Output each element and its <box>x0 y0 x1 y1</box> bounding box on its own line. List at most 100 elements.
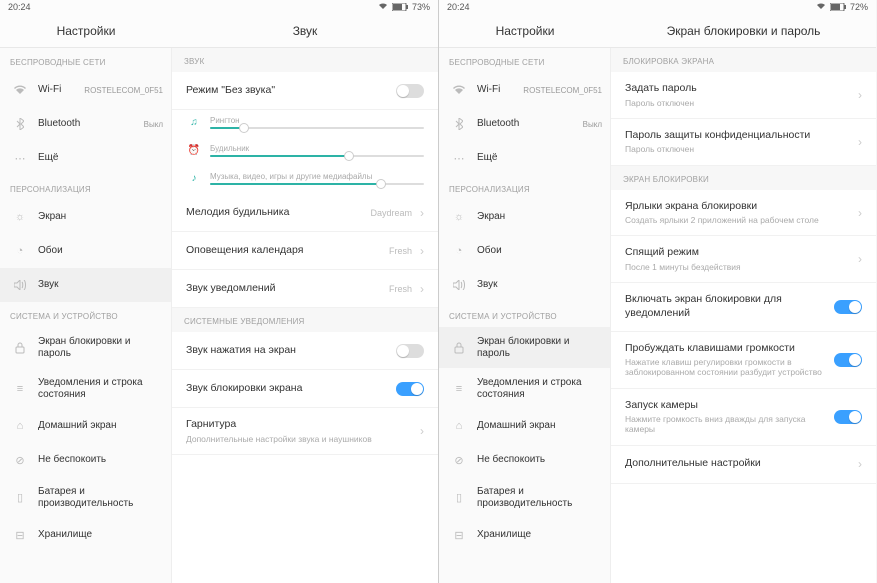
notifications-icon: ≡ <box>449 381 469 397</box>
item-note: Выкл <box>583 120 602 129</box>
row-value: Daydream <box>370 208 412 218</box>
row-privacy-password[interactable]: Пароль защиты конфиденциальности Пароль … <box>611 119 876 166</box>
sidebar-item-homescreen[interactable]: ⌂ Домашний экран <box>0 409 171 443</box>
row-lock-sound[interactable]: Звук блокировки экрана <box>172 370 438 408</box>
wifi-icon <box>449 82 469 98</box>
toggle-tap-sound[interactable] <box>396 344 424 358</box>
sidebar-item-wallpaper[interactable]: ◔ Обои <box>0 234 171 268</box>
section-system: СИСТЕМА И УСТРОЙСТВО <box>0 302 171 327</box>
storage-icon: ⊟ <box>449 527 469 543</box>
row-title: Звук блокировки экрана <box>186 382 396 396</box>
row-title: Звук нажатия на экран <box>186 344 396 358</box>
row-additional[interactable]: Дополнительные настройки › <box>611 446 876 484</box>
toggle-wake-vol[interactable] <box>834 353 862 367</box>
row-title: Мелодия будильника <box>186 206 370 220</box>
sidebar-item-dnd[interactable]: ⊘ Не беспокоить <box>439 443 610 477</box>
item-label: Bluetooth <box>38 118 144 130</box>
sidebar-item-sound[interactable]: Звук <box>0 268 171 302</box>
sidebar-item-display[interactable]: ☼ Экран <box>0 200 171 234</box>
dnd-icon: ⊘ <box>449 452 469 468</box>
section-lockscreen: ЭКРАН БЛОКИРОВКИ <box>611 166 876 190</box>
slider-track[interactable] <box>210 127 424 129</box>
sidebar-item-lockscreen[interactable]: Экран блокировки и пароль <box>439 327 610 368</box>
item-label: Ещё <box>477 152 602 164</box>
sidebar-item-storage[interactable]: ⊟ Хранилище <box>0 518 171 552</box>
sidebar-item-storage[interactable]: ⊟ Хранилище <box>439 518 610 552</box>
row-set-password[interactable]: Задать пароль Пароль отключен › <box>611 72 876 119</box>
item-label: Экран <box>477 211 602 223</box>
sidebar-item-dnd[interactable]: ⊘ Не беспокоить <box>0 443 171 477</box>
toggle-wake-notif[interactable] <box>834 300 862 314</box>
row-title: Спящий режим <box>625 246 856 260</box>
slider-track[interactable] <box>210 183 424 185</box>
status-bar: 20:24 72% <box>439 0 876 14</box>
sidebar-item-lockscreen[interactable]: Экран блокировки и пароль <box>0 327 171 368</box>
toggle-camera[interactable] <box>834 410 862 424</box>
slider-alarm[interactable]: ⏰ Будильник <box>172 138 438 166</box>
sidebar-item-battery[interactable]: ▯ Батарея и производительность <box>439 477 610 518</box>
sidebar-item-bluetooth[interactable]: Bluetooth Выкл <box>0 107 171 141</box>
slider-media[interactable]: ♪ Музыка, видео, игры и другие медиафайл… <box>172 166 438 194</box>
sound-icon <box>10 277 30 293</box>
sidebar-item-notifications[interactable]: ≡ Уведомления и строка состояния <box>439 368 610 409</box>
row-wake-notifications[interactable]: Включать экран блокировки для уведомлени… <box>611 283 876 331</box>
chevron-right-icon: › <box>858 88 862 102</box>
sidebar-item-wifi[interactable]: Wi-Fi ROSTELECOM_0F51 <box>0 73 171 107</box>
sidebar-item-wifi[interactable]: Wi-Fi ROSTELECOM_0F51 <box>439 73 610 107</box>
row-launch-camera[interactable]: Запуск камеры Нажмите громкость вниз два… <box>611 389 876 446</box>
sidebar-item-more[interactable]: ⋯ Ещё <box>0 141 171 175</box>
slider-track[interactable] <box>210 155 424 157</box>
alarm-icon: ⏰ <box>186 142 202 158</box>
row-headset[interactable]: Гарнитура Дополнительные настройки звука… <box>172 408 438 455</box>
device-right: 20:24 72% Настройки Экран блокировки и п… <box>438 0 876 583</box>
row-tap-sound[interactable]: Звук нажатия на экран <box>172 332 438 370</box>
item-label: Экран блокировки и пароль <box>38 336 163 359</box>
row-title: Пароль защиты конфиденциальности <box>625 129 856 143</box>
wifi-icon <box>10 82 30 98</box>
row-sleep[interactable]: Спящий режим После 1 минуты бездействия … <box>611 236 876 283</box>
row-wake-volume[interactable]: Пробуждать клавишами громкости Нажатие к… <box>611 332 876 389</box>
item-label: Не беспокоить <box>477 454 602 466</box>
more-icon: ⋯ <box>449 150 469 166</box>
row-sub: После 1 минуты бездействия <box>625 262 856 272</box>
sidebar-item-more[interactable]: ⋯ Ещё <box>439 141 610 175</box>
sidebar-item-wallpaper[interactable]: ◔ Обои <box>439 234 610 268</box>
item-label: Экран <box>38 211 163 223</box>
toggle-lock-sound[interactable] <box>396 382 424 396</box>
slider-ringtone[interactable]: ♫ Рингтон <box>172 110 438 138</box>
notifications-icon: ≡ <box>10 381 30 397</box>
lock-icon <box>10 340 30 356</box>
header-detail-title: Экран блокировки и пароль <box>611 14 876 47</box>
wifi-icon <box>816 2 826 12</box>
sidebar-item-bluetooth[interactable]: Bluetooth Выкл <box>439 107 610 141</box>
item-label: Уведомления и строка состояния <box>38 377 163 400</box>
row-title: Включать экран блокировки для уведомлени… <box>625 293 834 320</box>
chevron-right-icon: › <box>420 282 424 296</box>
row-alarm-melody[interactable]: Мелодия будильника Daydream › <box>172 194 438 232</box>
row-sub: Дополнительные настройки звука и наушник… <box>186 434 418 444</box>
header-settings-title: Настройки <box>0 14 172 47</box>
chevron-right-icon: › <box>858 135 862 149</box>
storage-icon: ⊟ <box>10 527 30 543</box>
sidebar-item-homescreen[interactable]: ⌂ Домашний экран <box>439 409 610 443</box>
section-personalization: ПЕРСОНАЛИЗАЦИЯ <box>439 175 610 200</box>
sidebar-item-notifications[interactable]: ≡ Уведомления и строка состояния <box>0 368 171 409</box>
row-silent-mode[interactable]: Режим "Без звука" <box>172 72 438 110</box>
item-note: ROSTELECOM_0F51 <box>523 86 602 95</box>
item-label: Обои <box>477 245 602 257</box>
item-label: Wi-Fi <box>38 84 84 96</box>
header-row: Настройки Экран блокировки и пароль <box>439 14 876 48</box>
header-detail-title: Звук <box>172 14 438 47</box>
sidebar-item-sound[interactable]: Звук <box>439 268 610 302</box>
sidebar-item-display[interactable]: ☼ Экран <box>439 200 610 234</box>
sidebar-item-battery[interactable]: ▯ Батарея и производительность <box>0 477 171 518</box>
item-label: Батарея и производительность <box>38 486 163 509</box>
row-shortcuts[interactable]: Ярлыки экрана блокировки Создать ярлыки … <box>611 190 876 237</box>
row-calendar-alerts[interactable]: Оповещения календаря Fresh › <box>172 232 438 270</box>
toggle-silent[interactable] <box>396 84 424 98</box>
item-label: Домашний экран <box>477 420 602 432</box>
battery-pct: 72% <box>850 2 868 12</box>
row-value: Fresh <box>389 284 412 294</box>
row-sub: Пароль отключен <box>625 98 856 108</box>
row-notification-sound[interactable]: Звук уведомлений Fresh › <box>172 270 438 308</box>
